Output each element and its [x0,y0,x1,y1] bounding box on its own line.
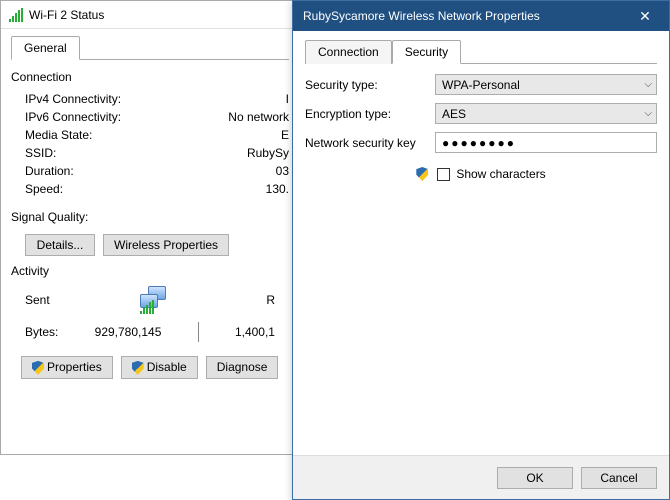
close-icon: ✕ [639,8,651,25]
network-key-input[interactable]: ●●●●●●●● [435,132,657,153]
show-characters-row: Show characters [305,167,657,181]
ipv6-label: IPv6 Connectivity: [25,110,121,124]
status-body: General Connection IPv4 Connectivity: I I… [1,29,299,397]
media-state-label: Media State: [25,128,92,142]
disable-button[interactable]: Disable [121,356,198,379]
network-properties-window: RubySycamore Wireless Network Properties… [292,0,670,500]
shield-icon [132,361,144,375]
ok-button[interactable]: OK [497,467,573,489]
diagnose-button[interactable]: Diagnose [206,356,279,379]
props-footer: OK Cancel [293,455,669,499]
network-key-label: Network security key [305,136,435,150]
show-characters-label: Show characters [456,167,545,181]
tab-general[interactable]: General [11,36,80,60]
speed-value: 130. [266,182,289,196]
network-computers-icon [138,284,178,316]
security-type-row: Security type: WPA-Personal ⌵ [305,74,657,95]
close-button[interactable]: ✕ [623,1,667,31]
ipv4-value: I [286,92,289,106]
activity-group-label: Activity [11,264,289,278]
status-tab-strip: General [11,35,289,60]
tab-security[interactable]: Security [392,40,461,64]
chevron-down-icon: ⌵ [644,79,652,90]
cancel-button[interactable]: Cancel [581,467,657,489]
duration-label: Duration: [25,164,74,178]
security-type-combo[interactable]: WPA-Personal ⌵ [435,74,657,95]
shield-icon [32,361,44,375]
wireless-properties-button[interactable]: Wireless Properties [103,234,229,256]
props-titlebar[interactable]: RubySycamore Wireless Network Properties… [293,1,669,31]
speed-label: Speed: [25,182,63,196]
props-body: Connection Security Security type: WPA-P… [293,31,669,193]
duration-value: 03 [276,164,289,178]
status-bottom-buttons: Properties Disable Diagnose [11,348,289,387]
activity-section: Sent R Bytes: 929,780,145 1,400,1 [11,284,289,342]
ssid-value: RubySy [247,146,289,160]
encryption-type-combo[interactable]: AES ⌵ [435,103,657,124]
status-titlebar[interactable]: Wi-Fi 2 Status [1,1,299,29]
ssid-label: SSID: [25,146,56,160]
status-title: Wi-Fi 2 Status [29,8,104,22]
connection-group-label: Connection [11,70,289,84]
media-state-value: E [281,128,289,142]
received-label: R [266,293,275,307]
network-key-row: Network security key ●●●●●●●● [305,132,657,153]
props-tab-strip: Connection Security [305,39,657,64]
tab-connection[interactable]: Connection [305,40,392,64]
ipv6-value: No network [228,110,289,124]
wifi-signal-icon [140,300,154,314]
shield-icon [416,167,428,181]
connection-rows: IPv4 Connectivity: I IPv6 Connectivity: No… [25,90,289,198]
bytes-label: Bytes: [25,325,58,339]
encryption-type-label: Encryption type: [305,107,435,121]
details-button[interactable]: Details... [25,234,95,256]
connection-buttons: Details... Wireless Properties [25,234,289,256]
wifi-status-window: Wi-Fi 2 Status General Connection IPv4 C… [0,0,300,455]
sent-label: Sent [25,293,50,307]
ipv4-label: IPv4 Connectivity: [25,92,121,106]
properties-button[interactable]: Properties [21,356,113,379]
security-type-label: Security type: [305,78,435,92]
chevron-down-icon: ⌵ [644,108,652,119]
security-type-value: WPA-Personal [442,78,520,92]
wifi-signal-icon [9,8,23,22]
activity-divider [198,322,199,342]
encryption-type-value: AES [442,107,466,121]
props-title: RubySycamore Wireless Network Properties [303,9,540,23]
encryption-type-row: Encryption type: AES ⌵ [305,103,657,124]
bytes-sent-value: 929,780,145 [95,325,162,339]
bytes-received-value: 1,400,1 [235,325,275,339]
show-characters-checkbox[interactable] [437,168,450,181]
signal-quality-label: Signal Quality: [11,210,88,224]
